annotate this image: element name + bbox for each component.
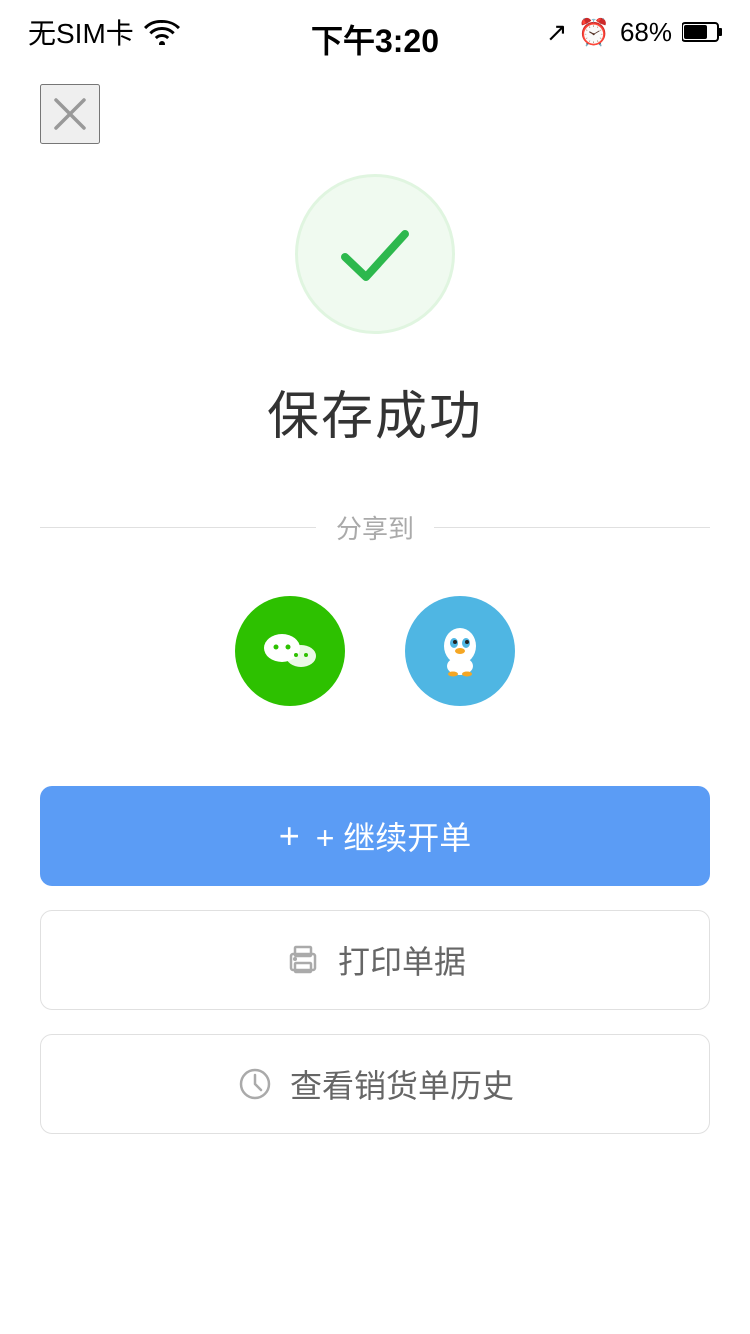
share-section: 分享到 bbox=[40, 509, 710, 706]
battery-icon bbox=[682, 21, 722, 43]
battery-percent: 68% bbox=[620, 17, 672, 48]
wechat-share-button[interactable] bbox=[235, 596, 345, 706]
action-buttons: + + 继续开单 打印单据 查看销货单历史 bbox=[40, 786, 710, 1134]
continue-label: + 继续开单 bbox=[316, 813, 472, 859]
carrier-text: 无SIM卡 bbox=[28, 12, 134, 52]
time-display: 下午3:20 bbox=[311, 16, 439, 62]
history-icon bbox=[236, 1065, 274, 1103]
qq-share-button[interactable] bbox=[405, 596, 515, 706]
share-icons bbox=[235, 596, 515, 706]
checkmark-icon bbox=[330, 209, 420, 299]
location-icon: ↗ bbox=[546, 17, 568, 48]
divider-right bbox=[434, 527, 710, 528]
success-circle bbox=[295, 174, 455, 334]
share-divider: 分享到 bbox=[40, 509, 710, 546]
wifi-icon bbox=[144, 19, 180, 45]
print-button[interactable]: 打印单据 bbox=[40, 910, 710, 1010]
history-button[interactable]: 查看销货单历史 bbox=[40, 1034, 710, 1134]
carrier-wifi: 无SIM卡 bbox=[28, 12, 180, 52]
qq-icon bbox=[425, 616, 495, 686]
history-label: 查看销货单历史 bbox=[290, 1061, 514, 1107]
alarm-icon: ⏰ bbox=[578, 17, 610, 48]
divider-left bbox=[40, 527, 316, 528]
print-label: 打印单据 bbox=[338, 937, 466, 983]
continue-plus-icon: + bbox=[279, 815, 300, 857]
main-content: 保存成功 分享到 bbox=[0, 64, 750, 1134]
print-icon bbox=[284, 941, 322, 979]
status-right: ↗ ⏰ 68% bbox=[546, 17, 722, 48]
close-button[interactable] bbox=[40, 84, 100, 144]
share-label: 分享到 bbox=[336, 509, 414, 546]
success-title: 保存成功 bbox=[267, 374, 483, 449]
status-bar: 无SIM卡 下午3:20 ↗ ⏰ 68% bbox=[0, 0, 750, 64]
continue-button[interactable]: + + 继续开单 bbox=[40, 786, 710, 886]
wechat-icon bbox=[255, 616, 325, 686]
